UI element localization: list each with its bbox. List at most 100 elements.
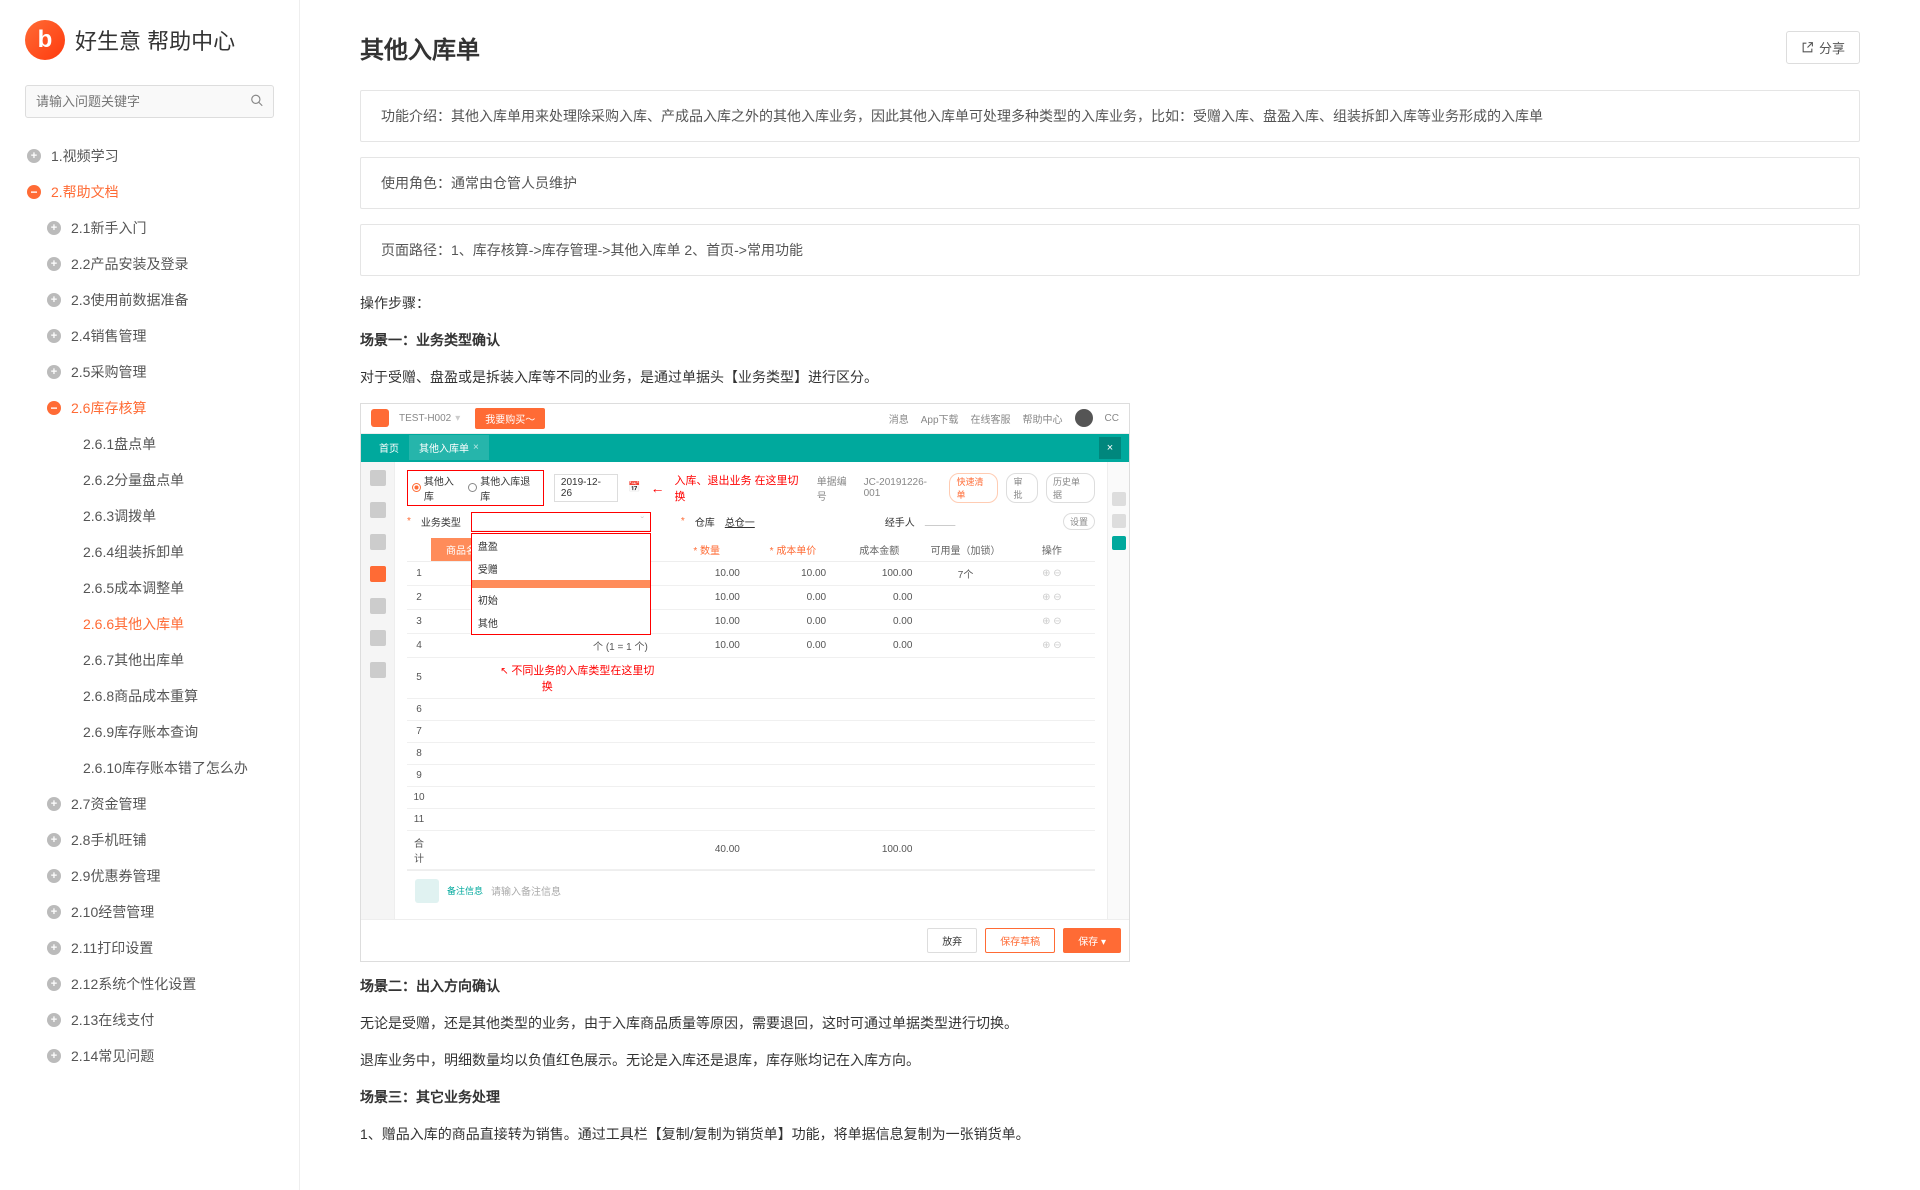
- nav-2-10[interactable]: 2.10经营管理: [25, 894, 274, 930]
- search-box: [25, 85, 274, 118]
- ss-topbar-right: 消息 App下载 在线客服 帮助中心 CC: [889, 409, 1119, 427]
- nav-2-9[interactable]: 2.9优惠券管理: [25, 858, 274, 894]
- intro-label: 功能介绍：: [381, 108, 451, 124]
- radio-icon: [412, 483, 421, 492]
- ss-main: 其他入库 其他入库退库 2019-12-26 📅 ← 入库、退出业务 在这里切换…: [395, 462, 1107, 919]
- expand-icon: [45, 327, 63, 345]
- nav-2-14[interactable]: 2.14常见问题: [25, 1038, 274, 1074]
- ss-biztype-label: 业务类型: [421, 514, 461, 529]
- expand-icon: [45, 363, 63, 381]
- scenario2-text1: 无论是受赠，还是其他类型的业务，由于入库商品质量等原因，需要退回，这时可通过单据…: [360, 1011, 1860, 1036]
- nav-2-2[interactable]: 2.2产品安装及登录: [25, 246, 274, 282]
- ss-radio-group: 其他入库 其他入库退库: [407, 470, 544, 506]
- scenario3-title: 场景三：其它业务处理: [360, 1089, 500, 1105]
- nav-2-6-4[interactable]: 2.6.4组装拆卸单: [25, 534, 274, 570]
- tool-icon: [1112, 536, 1126, 550]
- ss-nav-icon: [370, 470, 386, 486]
- ss-nav-icon-active: [370, 566, 386, 582]
- intro-box: 功能介绍：其他入库单用来处理除采购入库、产成品入库之外的其他入库业务，因此其他入…: [360, 90, 1860, 142]
- ss-top-user: CC: [1105, 413, 1119, 424]
- ss-docno: JC-20191226-001: [864, 477, 942, 499]
- expand-icon: [25, 147, 43, 165]
- ss-side-tools: [1107, 462, 1129, 919]
- nav-2-11[interactable]: 2.11打印设置: [25, 930, 274, 966]
- ss-nav-icon: [370, 534, 386, 550]
- ss-annotation1: 入库、退出业务 在这里切换: [674, 472, 806, 504]
- expand-icon: [45, 291, 63, 309]
- nav-2-6-3[interactable]: 2.6.3调拨单: [25, 498, 274, 534]
- nav-2-6-10[interactable]: 2.6.10库存账本错了怎么办: [25, 750, 274, 786]
- scenario2-title: 场景二：出入方向确认: [360, 978, 500, 994]
- ss-nav-icon: [370, 662, 386, 678]
- page-header: 其他入库单 分享: [360, 30, 1860, 65]
- nav-2-6[interactable]: 2.6库存核算: [25, 390, 274, 426]
- ss-tabbar: 首页 其他入库单× ×: [361, 434, 1129, 462]
- nav-2-6-7[interactable]: 2.6.7其他出库单: [25, 642, 274, 678]
- expand-icon: [45, 1047, 63, 1065]
- ss-nav-icon: [370, 630, 386, 646]
- ss-discard-button: 放弃: [927, 928, 977, 953]
- share-button[interactable]: 分享: [1786, 31, 1860, 64]
- ss-remark: 备注信息 请输入备注信息: [407, 870, 1095, 911]
- collapse-icon: [45, 399, 63, 417]
- tool-icon: [1112, 492, 1126, 506]
- logo-icon: b: [25, 20, 65, 60]
- ss-top-msg: 消息: [889, 411, 909, 426]
- nav-2-4[interactable]: 2.4销售管理: [25, 318, 274, 354]
- scenario3-text: 1、赠品入库的商品直接转为销售。通过工具栏【复制/复制为销货单】功能，将单据信息…: [360, 1122, 1860, 1147]
- ss-nav-icon: [370, 598, 386, 614]
- ss-tab-active: 其他入库单×: [409, 435, 489, 460]
- role-label: 使用角色：: [381, 175, 451, 191]
- nav-2-1[interactable]: 2.1新手入门: [25, 210, 274, 246]
- scenario1-title: 场景一：业务类型确认: [360, 332, 500, 348]
- ss-top-cs: 在线客服: [971, 411, 1011, 426]
- nav-2-8[interactable]: 2.8手机旺铺: [25, 822, 274, 858]
- nav-2-6-2[interactable]: 2.6.2分量盘点单: [25, 462, 274, 498]
- nav-video[interactable]: 1.视频学习: [25, 138, 274, 174]
- ss-logo-icon: [371, 409, 389, 427]
- ss-top-help: 帮助中心: [1023, 411, 1063, 426]
- ss-body: 其他入库 其他入库退库 2019-12-26 📅 ← 入库、退出业务 在这里切换…: [361, 462, 1129, 919]
- nav-2-6-8[interactable]: 2.6.8商品成本重算: [25, 678, 274, 714]
- ss-footer: 放弃 保存草稿 保存 ▾: [361, 919, 1129, 961]
- ss-wh-val: 总仓一: [725, 514, 755, 529]
- expand-icon: [45, 795, 63, 813]
- ss-handler-label: 经手人: [885, 514, 915, 529]
- nav-2-3[interactable]: 2.3使用前数据准备: [25, 282, 274, 318]
- ss-date: 2019-12-26: [554, 474, 618, 502]
- ss-tab-home: 首页: [369, 435, 409, 460]
- ss-pill-quick: 快速清单: [949, 473, 998, 503]
- expand-icon: [45, 975, 63, 993]
- chevron-down-icon: ▾: [455, 413, 460, 424]
- ss-topbar: TEST-H002 ▾ 我要购买～ 消息 App下载 在线客服 帮助中心 CC: [361, 404, 1129, 434]
- intro-text: 其他入库单用来处理除采购入库、产成品入库之外的其他入库业务，因此其他入库单可处理…: [451, 108, 1543, 124]
- ss-trial-button: 我要购买～: [475, 408, 545, 429]
- search-input[interactable]: [25, 85, 274, 118]
- nav-2-12[interactable]: 2.12系统个性化设置: [25, 966, 274, 1002]
- logo-text: 好生意 帮助中心: [75, 24, 235, 56]
- nav-2-6-1[interactable]: 2.6.1盘点单: [25, 426, 274, 462]
- ss-pill-approve: 审批: [1006, 473, 1038, 503]
- path-box: 页面路径：1、库存核算->库存管理->其他入库单 2、首页->常用功能: [360, 224, 1860, 276]
- expand-icon: [45, 903, 63, 921]
- nav-2-7[interactable]: 2.7资金管理: [25, 786, 274, 822]
- nav-docs[interactable]: 2.帮助文档: [25, 174, 274, 210]
- ss-setting-btn: 设置: [1063, 513, 1095, 530]
- logo[interactable]: b 好生意 帮助中心: [25, 20, 274, 60]
- expand-icon: [45, 255, 63, 273]
- scenario2-text2: 退库业务中，明细数量均以负值红色展示。无论是入库还是退库，库存账均记在入库方向。: [360, 1048, 1860, 1073]
- ss-sidebar: [361, 462, 395, 919]
- sidebar: b 好生意 帮助中心 1.视频学习 2.帮助文档 2.1新手入门 2.2产品安装…: [0, 0, 300, 1190]
- nav-2-13[interactable]: 2.13在线支付: [25, 1002, 274, 1038]
- nav-2-6-6[interactable]: 2.6.6其他入库单: [25, 606, 274, 642]
- close-icon: ×: [473, 442, 479, 453]
- expand-icon: [45, 831, 63, 849]
- nav-2-6-9[interactable]: 2.6.9库存账本查询: [25, 714, 274, 750]
- ss-save-button: 保存 ▾: [1063, 928, 1121, 953]
- calendar-icon: 📅: [628, 482, 640, 493]
- role-text: 通常由仓管人员维护: [451, 175, 577, 191]
- nav-2-5[interactable]: 2.5采购管理: [25, 354, 274, 390]
- nav-2-6-5[interactable]: 2.6.5成本调整单: [25, 570, 274, 606]
- ss-top-app: App下载: [921, 411, 959, 426]
- tool-icon: [1112, 514, 1126, 528]
